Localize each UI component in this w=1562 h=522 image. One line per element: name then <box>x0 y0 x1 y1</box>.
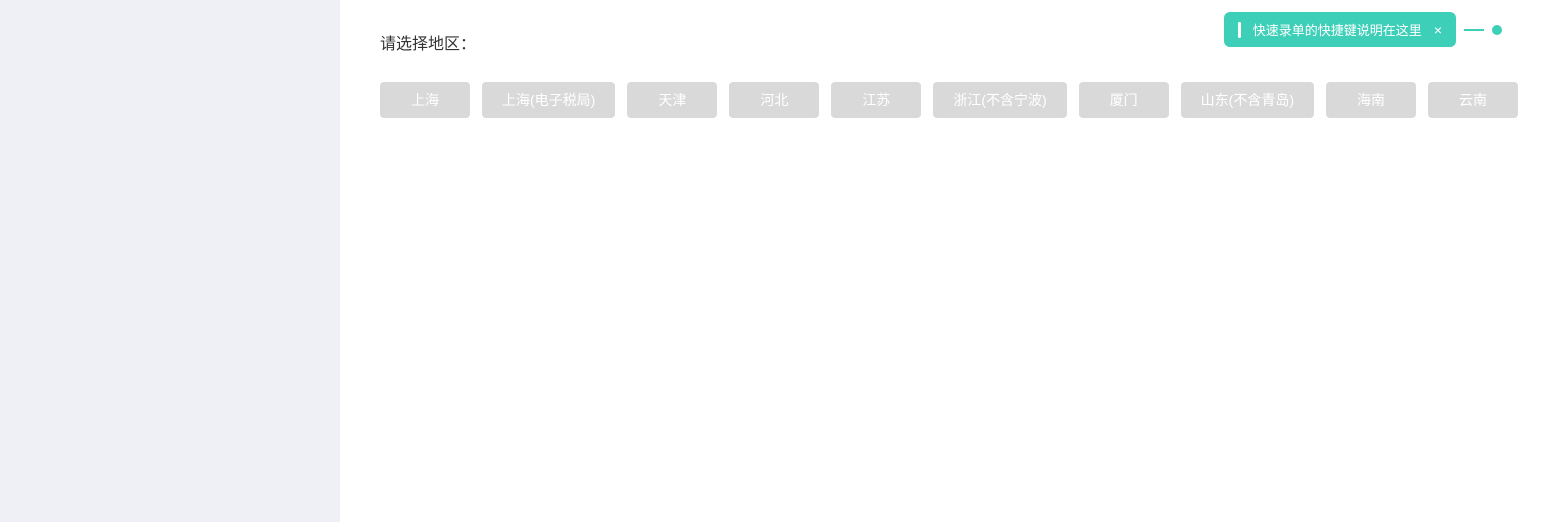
main-content: 请选择地区： 上海上海(电子税局)天津河北江苏浙江(不含宁波)厦门山东(不含青岛… <box>340 0 1562 522</box>
region-button-hainan[interactable]: 海南 <box>1326 82 1416 118</box>
tooltip-close-button[interactable]: × <box>1434 22 1442 38</box>
region-button-shandong[interactable]: 山东(不含青岛) <box>1181 82 1314 118</box>
region-button-shanghai-etax[interactable]: 上海(电子税局) <box>482 82 615 118</box>
tooltip-dot <box>1492 25 1502 35</box>
tooltip-text: 快速录单的快捷键说明在这里 <box>1253 20 1422 39</box>
region-button-xiamen[interactable]: 厦门 <box>1079 82 1169 118</box>
tooltip-container: 快速录单的快捷键说明在这里 × <box>1224 12 1502 47</box>
region-button-tianjin[interactable]: 天津 <box>627 82 717 118</box>
region-button-yunnan[interactable]: 云南 <box>1428 82 1518 118</box>
region-button-hebei[interactable]: 河北 <box>729 82 819 118</box>
region-button-shanghai[interactable]: 上海 <box>380 82 470 118</box>
region-button-zhejiang[interactable]: 浙江(不含宁波) <box>933 82 1066 118</box>
region-button-jiangsu[interactable]: 江苏 <box>831 82 921 118</box>
tooltip-line <box>1464 29 1484 31</box>
region-buttons: 上海上海(电子税局) 天津河北江苏浙江(不含宁波) 厦门山东(不含青岛) 海南云南 <box>380 82 1522 118</box>
left-sidebar <box>0 0 340 522</box>
tooltip-bubble: 快速录单的快捷键说明在这里 × <box>1224 12 1456 47</box>
